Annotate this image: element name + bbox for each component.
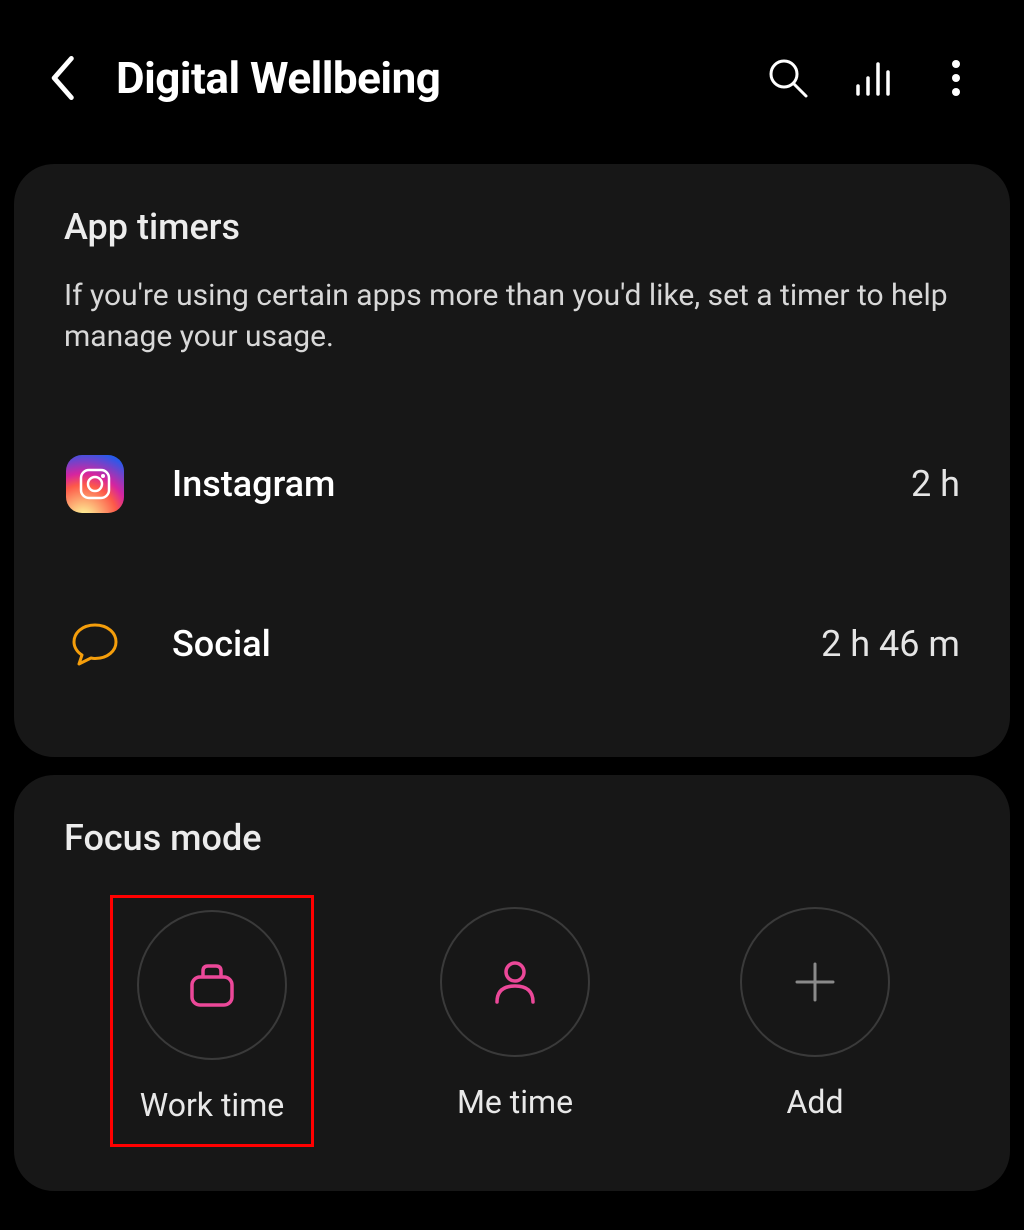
focus-mode-title: Focus mode: [64, 817, 960, 859]
plus-icon: [785, 952, 845, 1012]
bar-chart-icon: [850, 56, 894, 100]
search-button[interactable]: [760, 50, 816, 106]
focus-mode-circle: [440, 907, 590, 1057]
focus-mode-label: Work time: [140, 1086, 284, 1124]
person-icon: [485, 952, 545, 1012]
page-title: Digital Wellbeing: [116, 52, 732, 104]
app-name-label: Social: [172, 623, 775, 665]
app-time-value: 2 h 46 m: [821, 623, 960, 665]
app-timers-card: App timers If you're using certain apps …: [14, 164, 1010, 757]
search-icon: [766, 56, 810, 100]
app-timer-row[interactable]: Social 2 h 46 m: [64, 587, 960, 701]
back-button[interactable]: [40, 54, 88, 102]
app-timers-description: If you're using certain apps more than y…: [64, 276, 960, 357]
focus-mode-add[interactable]: Add: [716, 895, 914, 1147]
focus-mode-options: Work time Me time Add: [64, 895, 960, 1147]
app-timer-row[interactable]: Instagram 2 h: [64, 427, 960, 541]
focus-mode-circle: [740, 907, 890, 1057]
more-vertical-icon: [950, 56, 962, 100]
app-time-value: 2 h: [911, 463, 960, 505]
focus-mode-work-time[interactable]: Work time: [110, 895, 314, 1147]
app-name-label: Instagram: [172, 463, 865, 505]
more-button[interactable]: [928, 50, 984, 106]
app-header: Digital Wellbeing: [0, 0, 1024, 146]
focus-mode-me-time[interactable]: Me time: [416, 895, 614, 1147]
stats-button[interactable]: [844, 50, 900, 106]
chat-icon: [64, 613, 126, 675]
instagram-icon: [64, 453, 126, 515]
chevron-left-icon: [49, 56, 79, 100]
focus-mode-label: Add: [787, 1083, 844, 1121]
focus-mode-circle: [137, 910, 287, 1060]
briefcase-icon: [182, 955, 242, 1015]
focus-mode-card: Focus mode Work time Me time: [14, 775, 1010, 1191]
app-timers-title: App timers: [64, 206, 960, 248]
focus-mode-label: Me time: [457, 1083, 573, 1121]
